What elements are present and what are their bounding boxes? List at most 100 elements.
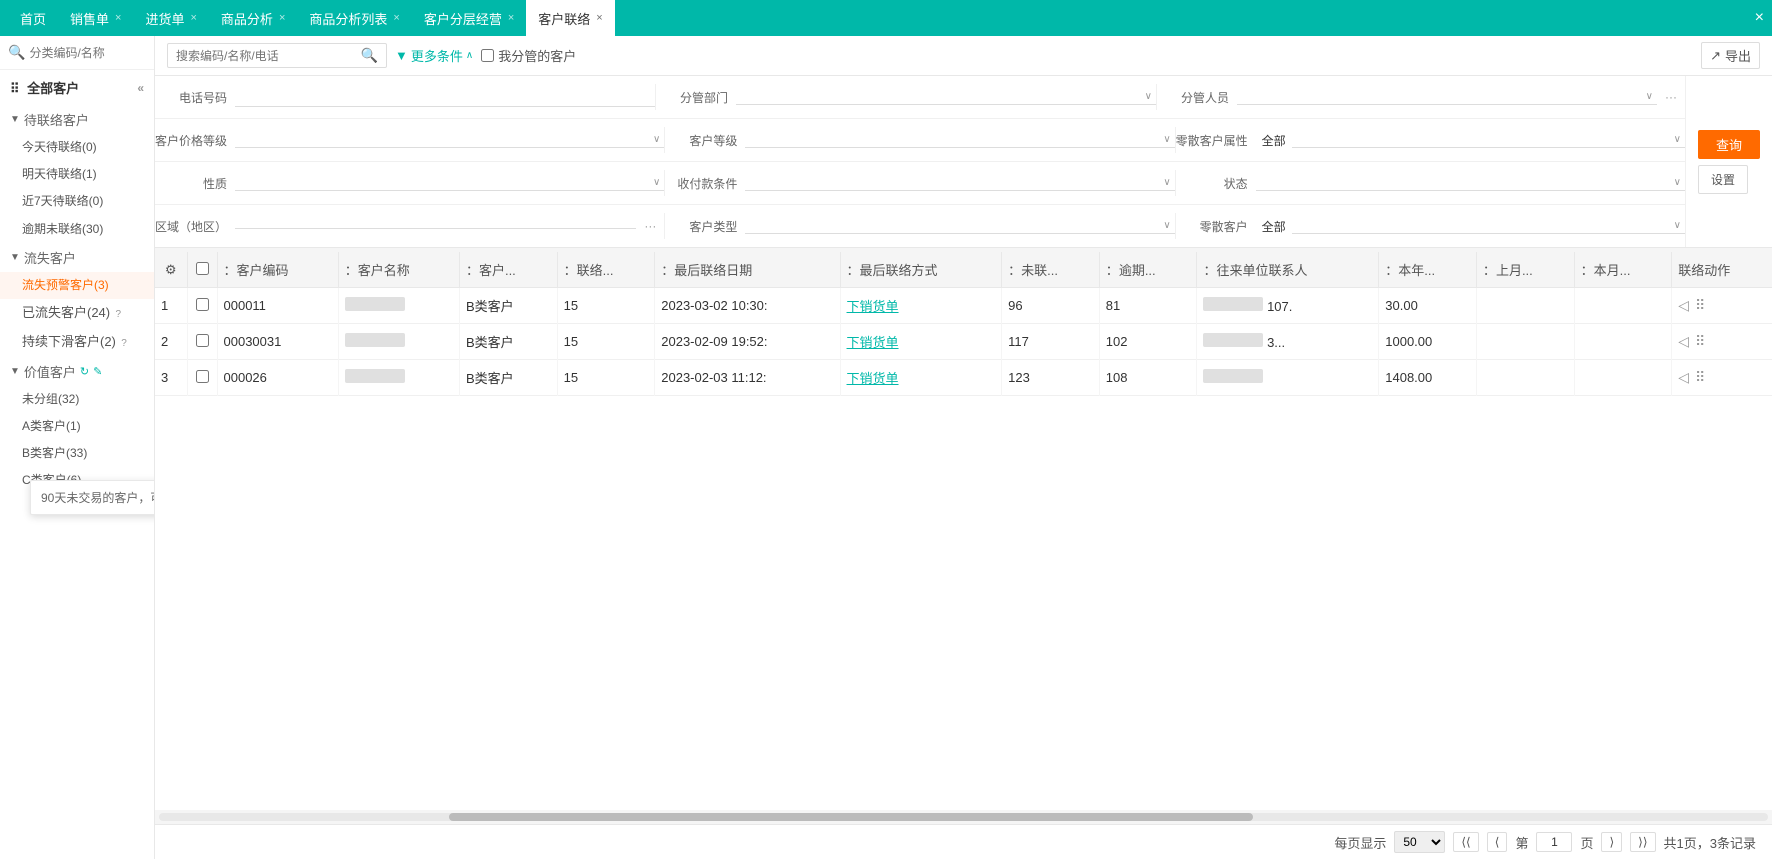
my-customers-checkbox[interactable]: 我分管的客户 bbox=[481, 46, 576, 65]
tab-analysis[interactable]: 商品分析 × bbox=[209, 0, 297, 36]
more-actions-icon[interactable]: ⠿ bbox=[1695, 333, 1705, 350]
filter-label-zero-customers: 零散客户 bbox=[1176, 218, 1256, 235]
sidebar-item-already-churn[interactable]: 已流失客户(24) ? bbox=[0, 299, 154, 328]
tab-analysis-list[interactable]: 商品分析列表 × bbox=[297, 0, 411, 36]
filter-label-ctype: 客户类型 bbox=[665, 218, 745, 235]
first-page-btn[interactable]: ⟨⟨ bbox=[1453, 832, 1478, 852]
cell-action: ◁ ⠿ bbox=[1672, 288, 1772, 324]
sidebar-item-b-class[interactable]: B类客户(33) bbox=[0, 440, 154, 467]
filter-label-person: 分管人员 bbox=[1157, 89, 1237, 106]
more-actions-icon[interactable]: ⠿ bbox=[1695, 369, 1705, 386]
export-icon: ↗ bbox=[1710, 48, 1721, 64]
filter-select-nature[interactable]: ∨ bbox=[235, 175, 664, 191]
filter-select-status[interactable]: ∨ bbox=[1256, 175, 1685, 191]
cell-assoc: 107. bbox=[1197, 288, 1379, 324]
close-icon[interactable]: × bbox=[393, 12, 399, 24]
settings-button[interactable]: 设置 bbox=[1698, 165, 1748, 194]
cell-last-way[interactable]: 下销货单 bbox=[840, 288, 1002, 324]
prev-page-btn[interactable]: ⟨ bbox=[1487, 832, 1508, 852]
sidebar-item-a-class[interactable]: A类客户(1) bbox=[0, 413, 154, 440]
cell-last-way[interactable]: 下销货单 bbox=[840, 324, 1002, 360]
tab-customer-contact[interactable]: 客户联络 × bbox=[526, 0, 614, 36]
sidebar-item-7days[interactable]: 近7天待联络(0) bbox=[0, 188, 154, 215]
arrow-icon: ▼ bbox=[10, 114, 20, 125]
filter-select-zero-attr[interactable]: ∨ bbox=[1292, 132, 1685, 148]
filter-select-payment[interactable]: ∨ bbox=[745, 175, 1174, 191]
row-checkbox[interactable] bbox=[196, 334, 209, 347]
horizontal-scrollbar[interactable] bbox=[155, 810, 1772, 824]
filter-select-ctype[interactable]: ∨ bbox=[745, 218, 1174, 234]
cell-check[interactable] bbox=[187, 324, 217, 360]
filter-fields: 电话号码 分管部门 ∨ 分管人员 bbox=[155, 76, 1685, 247]
filter-field-zero-customers: 零散客户 全部 ∨ bbox=[1176, 205, 1685, 247]
cell-check[interactable] bbox=[187, 360, 217, 396]
tab-sales[interactable]: 销售单 × bbox=[58, 0, 133, 36]
scrollbar-thumb[interactable] bbox=[449, 813, 1254, 821]
filter-input-phone[interactable] bbox=[235, 88, 655, 107]
cell-idx: 3 bbox=[155, 360, 187, 396]
cell-code: 000026 bbox=[217, 360, 338, 396]
close-icon[interactable]: × bbox=[508, 12, 514, 24]
filter-select-dept[interactable]: ∨ bbox=[736, 89, 1156, 105]
search-button[interactable]: 🔍 bbox=[361, 47, 378, 64]
sidebar-section-title-pending[interactable]: ▼ 待联络客户 bbox=[0, 105, 154, 134]
contact-icon[interactable]: ◁ bbox=[1678, 297, 1689, 314]
export-button[interactable]: ↗ 导出 bbox=[1701, 42, 1760, 69]
sidebar-item-overdue[interactable]: 逾期未联络(30) bbox=[0, 216, 154, 243]
chevron-down-icon: ∨ bbox=[1163, 177, 1170, 188]
filter-icon: ▼ bbox=[395, 48, 408, 63]
refresh-icon[interactable]: ↻ bbox=[80, 365, 89, 378]
last-page-btn[interactable]: ⟩⟩ bbox=[1630, 832, 1655, 852]
sidebar-all-customers[interactable]: ⠿ 全部客户 « bbox=[0, 70, 154, 105]
my-customers-check[interactable] bbox=[481, 49, 494, 62]
sidebar-section-title-value[interactable]: ▼ 价值客户 ↻ ✎ bbox=[0, 357, 154, 386]
row-checkbox[interactable] bbox=[196, 298, 209, 311]
col-assoc: ：往来单位联系人 bbox=[1197, 252, 1379, 288]
contact-icon[interactable]: ◁ bbox=[1678, 333, 1689, 350]
page-input[interactable] bbox=[1536, 832, 1572, 852]
filter-label-status: 状态 bbox=[1176, 175, 1256, 192]
col-settings[interactable]: ⚙ bbox=[155, 252, 187, 288]
filter-select-region[interactable] bbox=[235, 224, 636, 229]
edit-icon[interactable]: ✎ bbox=[93, 365, 102, 378]
search-input[interactable] bbox=[176, 49, 361, 63]
filter-select-price-level[interactable]: ∨ bbox=[235, 132, 664, 148]
close-icon[interactable]: × bbox=[596, 12, 602, 24]
sidebar-item-today[interactable]: 今天待联络(0) bbox=[0, 134, 154, 161]
sidebar-search-input[interactable] bbox=[29, 46, 146, 60]
filter-more-region[interactable]: ··· bbox=[636, 219, 664, 233]
filter-more-btn[interactable]: ··· bbox=[1657, 90, 1685, 104]
cell-idx: 2 bbox=[155, 324, 187, 360]
scrollbar-track bbox=[159, 813, 1768, 821]
close-icon[interactable]: × bbox=[115, 12, 121, 24]
close-icon[interactable]: × bbox=[190, 12, 196, 24]
next-page-btn[interactable]: ⟩ bbox=[1601, 832, 1622, 852]
tab-home[interactable]: 首页 bbox=[8, 0, 58, 36]
cell-uncontact: 123 bbox=[1002, 360, 1100, 396]
filter-more-btn[interactable]: ▼ 更多条件 ∧ bbox=[395, 46, 473, 65]
close-icon[interactable]: × bbox=[279, 12, 285, 24]
tab-customer-segment[interactable]: 客户分层经营 × bbox=[412, 0, 526, 36]
select-all-checkbox[interactable] bbox=[196, 262, 209, 275]
filter-select-zero-customers[interactable]: ∨ bbox=[1292, 218, 1685, 234]
contact-icon[interactable]: ◁ bbox=[1678, 369, 1689, 386]
sidebar-item-tomorrow[interactable]: 明天待联络(1) bbox=[0, 161, 154, 188]
window-close-icon[interactable]: × bbox=[1755, 9, 1764, 27]
filter-select-person[interactable]: ∨ bbox=[1237, 89, 1657, 105]
col-checkbox[interactable] bbox=[187, 252, 217, 288]
sidebar-item-ungroup[interactable]: 未分组(32) bbox=[0, 386, 154, 413]
row-checkbox[interactable] bbox=[196, 370, 209, 383]
filter-select-level[interactable]: ∨ bbox=[745, 132, 1174, 148]
page-label-pre: 第 bbox=[1515, 833, 1528, 852]
cell-overdue: 108 bbox=[1099, 360, 1197, 396]
per-page-select[interactable]: 50 100 bbox=[1394, 831, 1445, 853]
sidebar-item-continuous-down[interactable]: 持续下滑客户(2) ? bbox=[0, 328, 154, 357]
tab-purchase[interactable]: 进货单 × bbox=[133, 0, 208, 36]
cell-check[interactable] bbox=[187, 288, 217, 324]
sidebar-item-churn-pred[interactable]: 流失预警客户(3) bbox=[0, 272, 154, 299]
cell-last-way[interactable]: 下销货单 bbox=[840, 360, 1002, 396]
more-actions-icon[interactable]: ⠿ bbox=[1695, 297, 1705, 314]
query-button[interactable]: 查询 bbox=[1698, 130, 1760, 159]
sidebar-section-title-churn[interactable]: ▼ 流失客户 bbox=[0, 243, 154, 272]
chevron-down-icon: ∨ bbox=[1163, 220, 1170, 231]
